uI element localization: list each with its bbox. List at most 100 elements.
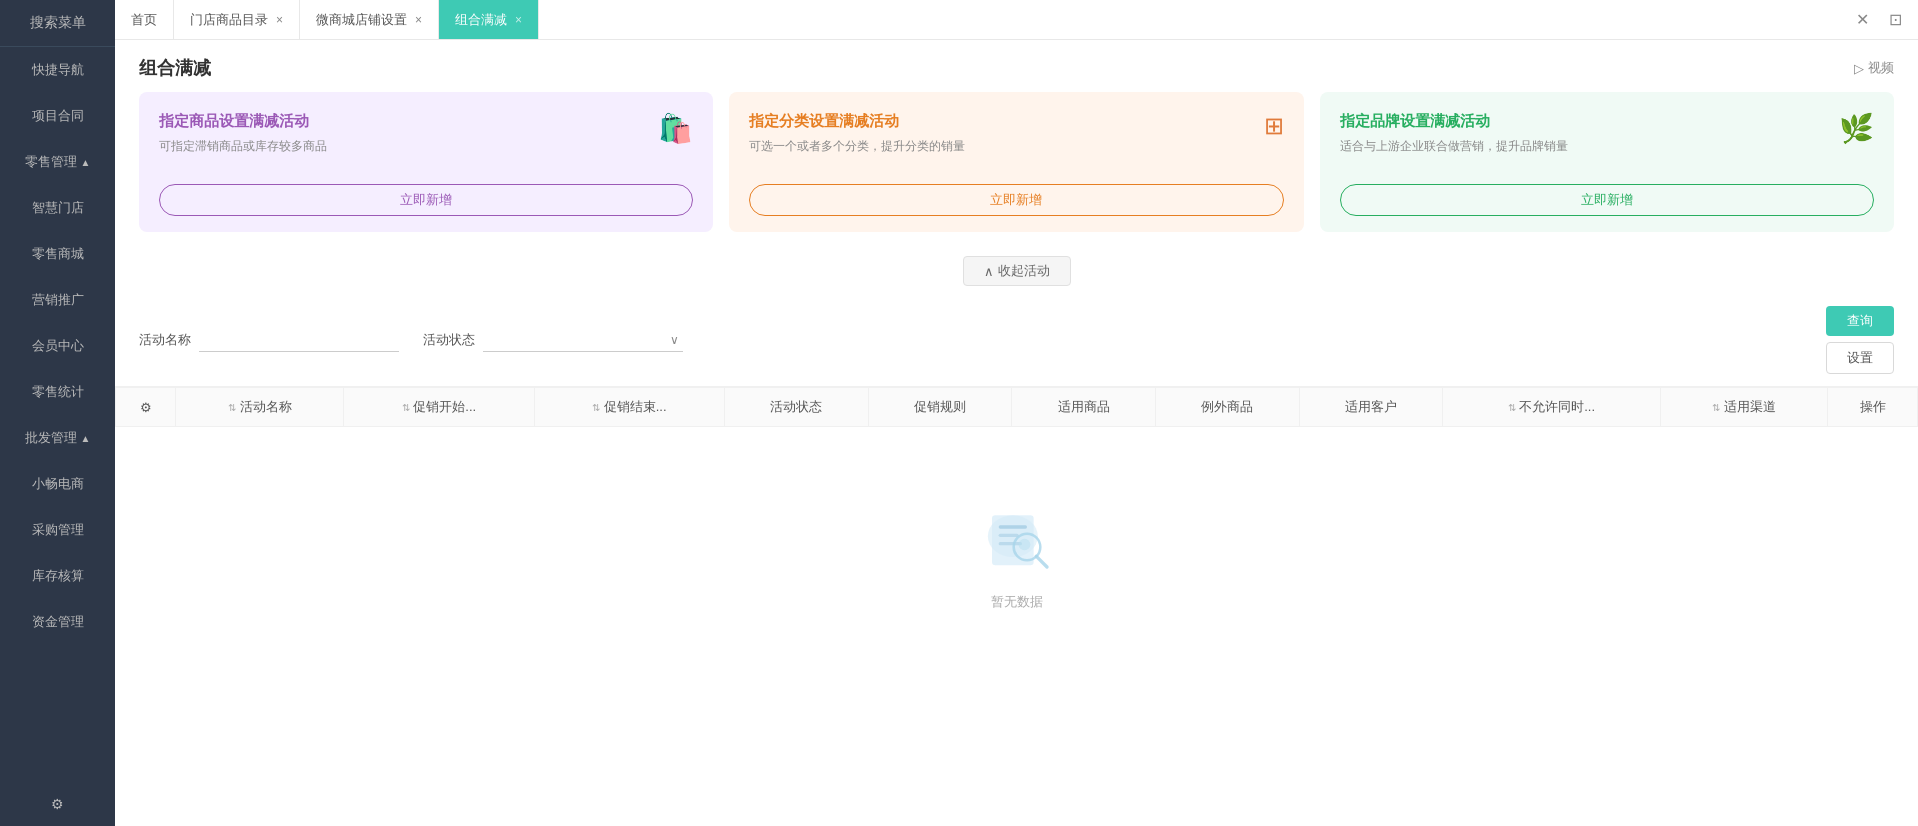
col-promo-rule-label: 促销规则 <box>914 399 966 414</box>
col-not-allow-concurrent-label: 不允许同时... <box>1519 399 1595 414</box>
card-product-title: 指定商品设置满减活动 <box>159 112 693 131</box>
sort-icon: ⇅ <box>592 402 600 413</box>
tab-bar: 首页 门店商品目录 × 微商城店铺设置 × 组合满减 × ✕ ⊡ <box>115 0 1918 40</box>
sidebar-item-retail-stats[interactable]: 零售统计 <box>0 369 115 415</box>
col-exception-goods: 例外商品 <box>1155 388 1299 427</box>
col-operation: 操作 <box>1828 388 1918 427</box>
svg-rect-2 <box>998 525 1026 528</box>
card-category-desc: 可选一个或者多个分类，提升分类的销量 <box>749 137 1283 155</box>
sidebar-item-wholesale-mgmt-label: 批发管理 <box>25 429 77 447</box>
table-header-row: ⚙ ⇅ 活动名称 ⇅ 促销开始... ⇅ 促销结束... <box>116 388 1918 427</box>
col-applicable-channel[interactable]: ⇅ 适用渠道 <box>1660 388 1828 427</box>
sidebar-item-smart-store[interactable]: 智慧门店 <box>0 185 115 231</box>
tab-store-catalog[interactable]: 门店商品目录 × <box>174 0 300 39</box>
query-button[interactable]: 查询 <box>1826 306 1894 336</box>
empty-state: 暂无数据 <box>115 427 1918 651</box>
tab-bar-actions: ✕ ⊡ <box>1852 6 1918 33</box>
sidebar-item-project-contract[interactable]: 项目合同 <box>0 93 115 139</box>
sort-icon: ⇅ <box>228 402 236 413</box>
col-applicable-customer: 适用客户 <box>1299 388 1443 427</box>
sort-icon: ⇅ <box>402 402 410 413</box>
sidebar-item-retail-mall[interactable]: 零售商城 <box>0 231 115 277</box>
collapse-bar: ∧ 收起活动 <box>115 248 1918 298</box>
card-brand-add-button[interactable]: 立即新增 <box>1340 184 1874 216</box>
col-promo-end[interactable]: ⇅ 促销结束... <box>534 388 724 427</box>
tab-wechat-shop-close[interactable]: × <box>415 13 422 27</box>
sidebar: 搜索菜单 快捷导航 项目合同 零售管理 ▲ 智慧门店 零售商城 营销推广 会员中… <box>0 0 115 826</box>
tab-home-label: 首页 <box>131 11 157 29</box>
sidebar-item-quick-nav[interactable]: 快捷导航 <box>0 47 115 93</box>
activity-card-product: 🛍️ 指定商品设置满减活动 可指定滞销商品或库存较多商品 立即新增 <box>139 92 713 232</box>
setting-button[interactable]: 设置 <box>1826 342 1894 374</box>
activity-name-input[interactable] <box>199 328 399 352</box>
tab-combo-discount-label: 组合满减 <box>455 11 507 29</box>
sidebar-item-marketing[interactable]: 营销推广 <box>0 277 115 323</box>
tab-combo-discount-close[interactable]: × <box>515 13 522 27</box>
col-exception-goods-label: 例外商品 <box>1201 399 1253 414</box>
collapse-activity-button[interactable]: ∧ 收起活动 <box>963 256 1071 286</box>
empty-state-icon <box>967 487 1067 577</box>
collapse-btn-label: 收起活动 <box>998 262 1050 280</box>
sidebar-item-retail-mgmt[interactable]: 零售管理 ▲ <box>0 139 115 185</box>
page-title: 组合满减 <box>139 56 211 80</box>
card-product-add-button[interactable]: 立即新增 <box>159 184 693 216</box>
sidebar-item-wholesale-mgmt[interactable]: 批发管理 ▲ <box>0 415 115 461</box>
col-settings[interactable]: ⚙ <box>116 388 176 427</box>
sidebar-item-finance[interactable]: 资金管理 <box>0 599 115 645</box>
play-icon: ▷ <box>1854 61 1864 76</box>
sidebar-settings-icon[interactable]: ⚙ <box>0 782 115 826</box>
window-maximize-button[interactable]: ⊡ <box>1885 6 1906 33</box>
sidebar-item-retail-mgmt-label: 零售管理 <box>25 153 77 171</box>
card-category-add-button[interactable]: 立即新增 <box>749 184 1283 216</box>
col-activity-name[interactable]: ⇅ 活动名称 <box>176 388 344 427</box>
search-bar: 活动名称 活动状态 进行中 已过期 未开始 ∨ 查询 设置 <box>115 298 1918 387</box>
svg-line-6 <box>1036 556 1047 567</box>
activity-card-category: ⊞ 指定分类设置满减活动 可选一个或者多个分类，提升分类的销量 立即新增 <box>729 92 1303 232</box>
window-close-button[interactable]: ✕ <box>1852 6 1873 33</box>
svg-point-7 <box>1018 539 1030 551</box>
tab-home[interactable]: 首页 <box>115 0 174 39</box>
sidebar-item-xiaochang[interactable]: 小畅电商 <box>0 461 115 507</box>
search-activity-name-field: 活动名称 <box>139 328 399 352</box>
col-applicable-goods-label: 适用商品 <box>1058 399 1110 414</box>
activity-status-select[interactable]: 进行中 已过期 未开始 <box>483 328 683 352</box>
chevron-up-icon: ∧ <box>984 264 994 279</box>
tab-wechat-shop[interactable]: 微商城店铺设置 × <box>300 0 439 39</box>
sidebar-search[interactable]: 搜索菜单 <box>0 0 115 47</box>
tab-store-catalog-close[interactable]: × <box>276 13 283 27</box>
card-brand-title: 指定品牌设置满减活动 <box>1340 112 1874 131</box>
activity-card-brand: 🌿 指定品牌设置满减活动 适合与上游企业联合做营销，提升品牌销量 立即新增 <box>1320 92 1894 232</box>
card-brand-icon: 🌿 <box>1839 112 1874 145</box>
col-activity-status: 活动状态 <box>725 388 869 427</box>
sort-icon: ⇅ <box>1712 402 1720 413</box>
col-applicable-channel-label: 适用渠道 <box>1724 399 1776 414</box>
content-area: 组合满减 ▷ 视频 🛍️ 指定商品设置满减活动 可指定滞销商品或库存较多商品 立… <box>115 40 1918 826</box>
sidebar-item-member-center[interactable]: 会员中心 <box>0 323 115 369</box>
col-not-allow-concurrent[interactable]: ⇅ 不允许同时... <box>1443 388 1660 427</box>
svg-rect-4 <box>998 542 1021 545</box>
tab-store-catalog-label: 门店商品目录 <box>190 11 268 29</box>
sidebar-item-purchase-mgmt[interactable]: 采购管理 <box>0 507 115 553</box>
chevron-down-icon: ▲ <box>81 433 91 444</box>
card-product-icon: 🛍️ <box>658 112 693 145</box>
col-promo-start[interactable]: ⇅ 促销开始... <box>344 388 534 427</box>
col-activity-status-label: 活动状态 <box>770 399 822 414</box>
card-category-title: 指定分类设置满减活动 <box>749 112 1283 131</box>
activity-status-select-wrapper: 进行中 已过期 未开始 ∨ <box>483 328 683 352</box>
sidebar-item-inventory[interactable]: 库存核算 <box>0 553 115 599</box>
col-promo-rule: 促销规则 <box>868 388 1012 427</box>
table-section: ⚙ ⇅ 活动名称 ⇅ 促销开始... ⇅ 促销结束... <box>115 387 1918 651</box>
empty-state-text: 暂无数据 <box>991 593 1043 611</box>
video-link[interactable]: ▷ 视频 <box>1854 59 1894 77</box>
video-link-label: 视频 <box>1868 59 1894 77</box>
tab-wechat-shop-label: 微商城店铺设置 <box>316 11 407 29</box>
page-header: 组合满减 ▷ 视频 <box>115 40 1918 92</box>
activity-name-label: 活动名称 <box>139 331 191 349</box>
search-activity-status-field: 活动状态 进行中 已过期 未开始 ∨ <box>423 328 683 352</box>
tab-combo-discount[interactable]: 组合满减 × <box>439 0 539 39</box>
data-table: ⚙ ⇅ 活动名称 ⇅ 促销开始... ⇅ 促销结束... <box>115 387 1918 427</box>
col-promo-start-label: 促销开始... <box>413 399 476 414</box>
card-brand-desc: 适合与上游企业联合做营销，提升品牌销量 <box>1340 137 1874 155</box>
activity-status-label: 活动状态 <box>423 331 475 349</box>
col-activity-name-label: 活动名称 <box>240 399 292 414</box>
